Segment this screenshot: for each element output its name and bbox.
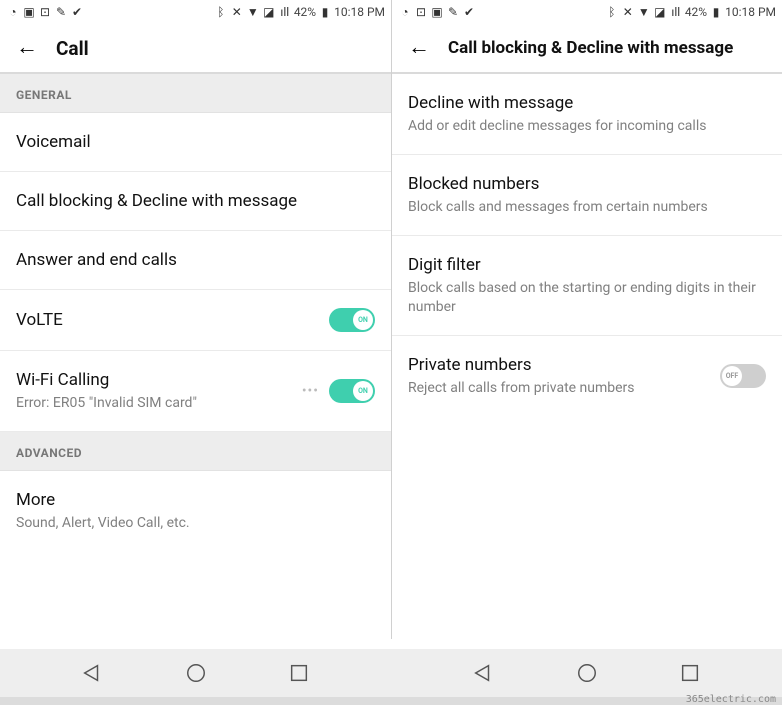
battery-percent: 42% — [685, 5, 707, 19]
row-sub: Reject all calls from private numbers — [408, 379, 720, 398]
row-call-blocking[interactable]: Call blocking & Decline with message — [0, 172, 391, 231]
timer-icon: ◔ — [398, 5, 412, 19]
clipboard-icon: ✎ — [446, 5, 460, 19]
row-private-numbers[interactable]: Private numbers Reject all calls from pr… — [392, 336, 782, 416]
picture-icon: ▣ — [430, 5, 444, 19]
nav-home-button[interactable] — [576, 662, 598, 684]
row-title: Voicemail — [16, 131, 375, 153]
picture-icon: ▣ — [22, 5, 36, 19]
row-blocked-numbers[interactable]: Blocked numbers Block calls and messages… — [392, 155, 782, 236]
watermark: 365electric.com — [686, 694, 776, 705]
toggle-knob: ON — [353, 310, 373, 330]
status-bar: ◔ ▣ ⊡ ✎ ✔ ᛒ ✕ ▼ ◪ ıll 42% ▮ 10:18 PM — [0, 0, 391, 24]
battery-percent: 42% — [294, 5, 316, 19]
row-more[interactable]: More Sound, Alert, Video Call, etc. — [0, 471, 391, 551]
row-sub: Error: ER05 "Invalid SIM card" — [16, 394, 302, 413]
row-title: More — [16, 489, 375, 511]
page-title: Call blocking & Decline with message — [448, 38, 733, 58]
screen-call-blocking: ◔ ⊡ ▣ ✎ ✔ ᛒ ✕ ▼ ◪ ıll 42% ▮ 10:18 PM ← C… — [391, 0, 782, 644]
volte-toggle[interactable]: ON — [329, 308, 375, 332]
row-voicemail[interactable]: Voicemail — [0, 113, 391, 172]
row-sub: Block calls and messages from certain nu… — [408, 198, 766, 217]
bluetooth-icon: ᛒ — [605, 5, 619, 19]
nav-recent-button[interactable] — [679, 662, 701, 684]
mute-icon: ✕ — [621, 5, 635, 19]
navigation-bar — [0, 649, 782, 697]
divider — [0, 639, 782, 649]
signal-icon: ıll — [278, 5, 292, 19]
row-title: Call blocking & Decline with message — [16, 190, 375, 212]
check-clipboard-icon: ✔ — [70, 5, 84, 19]
signal-icon: ıll — [669, 5, 683, 19]
wifi-icon: ▼ — [637, 5, 651, 19]
row-title: Private numbers — [408, 354, 720, 376]
clock: 10:18 PM — [725, 5, 776, 19]
clipboard-icon: ✎ — [54, 5, 68, 19]
row-sub: Sound, Alert, Video Call, etc. — [16, 514, 375, 533]
row-sub: Add or edit decline messages for incomin… — [408, 117, 766, 136]
row-volte[interactable]: VoLTE ON — [0, 290, 391, 351]
row-title: Wi-Fi Calling — [16, 369, 302, 391]
more-dots-icon: ••• — [302, 383, 319, 399]
row-title: Blocked numbers — [408, 173, 766, 195]
nav-back-button[interactable] — [81, 662, 103, 684]
nav-home-button[interactable] — [185, 662, 207, 684]
row-digit-filter[interactable]: Digit filter Block calls based on the st… — [392, 236, 782, 336]
private-numbers-toggle[interactable]: OFF — [720, 364, 766, 388]
battery-icon: ▮ — [709, 5, 723, 19]
chat-icon: ⊡ — [414, 5, 428, 19]
app-bar: ← Call blocking & Decline with message — [392, 24, 782, 74]
mute-icon: ✕ — [230, 5, 244, 19]
data-icon: ◪ — [653, 5, 667, 19]
row-title: Digit filter — [408, 254, 766, 276]
check-clipboard-icon: ✔ — [462, 5, 476, 19]
toggle-knob: ON — [353, 381, 373, 401]
battery-icon: ▮ — [318, 5, 332, 19]
section-header-advanced: ADVANCED — [0, 432, 391, 471]
wifi-icon: ▼ — [246, 5, 260, 19]
back-button[interactable]: ← — [12, 33, 42, 63]
nav-back-button[interactable] — [472, 662, 494, 684]
nav-recent-button[interactable] — [288, 662, 310, 684]
row-sub: Block calls based on the starting or end… — [408, 279, 766, 317]
chat-icon: ⊡ — [38, 5, 52, 19]
wifi-calling-toggle[interactable]: ON — [329, 379, 375, 403]
screen-call-settings: ◔ ▣ ⊡ ✎ ✔ ᛒ ✕ ▼ ◪ ıll 42% ▮ 10:18 PM ← C… — [0, 0, 391, 644]
row-title: VoLTE — [16, 309, 329, 331]
row-title: Answer and end calls — [16, 249, 375, 271]
back-button[interactable]: ← — [404, 33, 434, 63]
timer-icon: ◔ — [6, 5, 20, 19]
row-wifi-calling[interactable]: Wi-Fi Calling Error: ER05 "Invalid SIM c… — [0, 351, 391, 432]
toggle-knob: OFF — [722, 366, 742, 386]
bluetooth-icon: ᛒ — [214, 5, 228, 19]
row-title: Decline with message — [408, 92, 766, 114]
data-icon: ◪ — [262, 5, 276, 19]
section-header-general: GENERAL — [0, 74, 391, 113]
clock: 10:18 PM — [334, 5, 385, 19]
page-title: Call — [56, 37, 89, 60]
app-bar: ← Call — [0, 24, 391, 74]
row-answer-end-calls[interactable]: Answer and end calls — [0, 231, 391, 290]
row-decline-with-message[interactable]: Decline with message Add or edit decline… — [392, 74, 782, 155]
status-bar: ◔ ⊡ ▣ ✎ ✔ ᛒ ✕ ▼ ◪ ıll 42% ▮ 10:18 PM — [392, 0, 782, 24]
